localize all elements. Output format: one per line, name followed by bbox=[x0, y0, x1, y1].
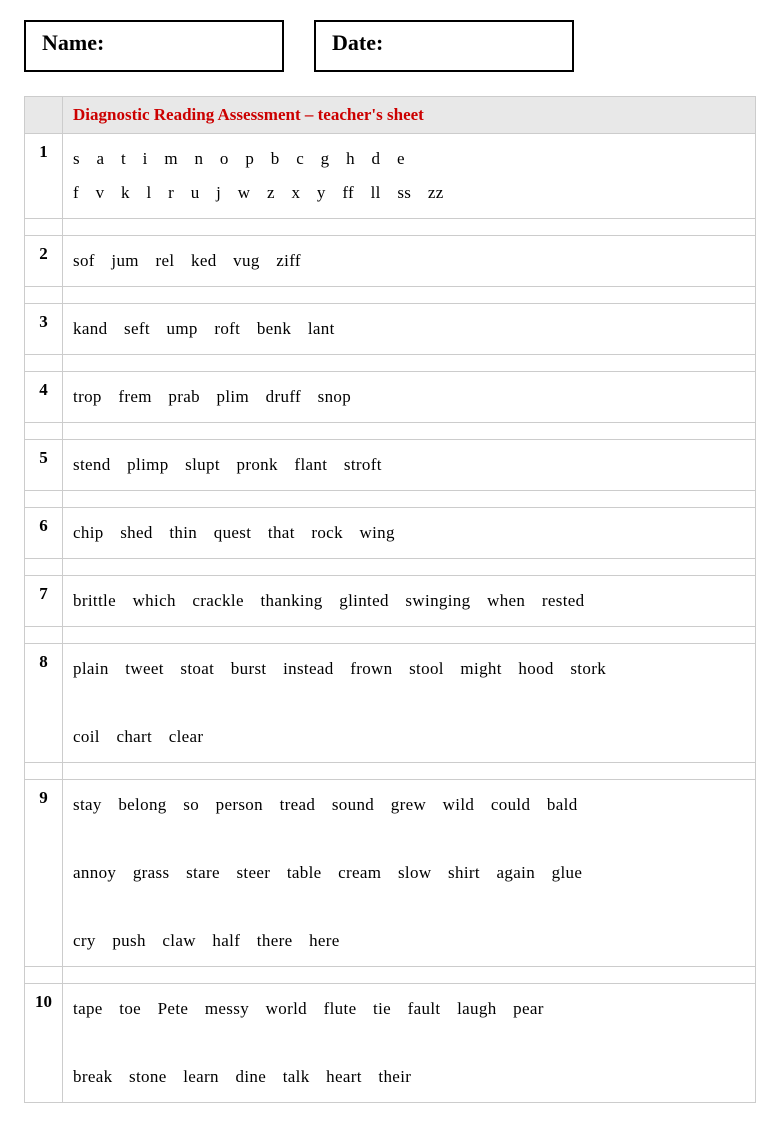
row-number: 2 bbox=[25, 236, 63, 287]
row-words: brittle which crackle thanking glinted s… bbox=[63, 576, 756, 627]
date-label: Date: bbox=[332, 30, 383, 55]
date-field[interactable]: Date: bbox=[314, 20, 574, 72]
table-row: 10 tape toe Pete messy world flute tie fa… bbox=[25, 984, 756, 1103]
row-words: stend plimp slupt pronk flant stroft bbox=[63, 440, 756, 491]
word-line: annoy grass stare steer table cream slow… bbox=[73, 863, 582, 882]
word-line: cry push claw half there here bbox=[73, 931, 340, 950]
row-words: tape toe Pete messy world flute tie faul… bbox=[63, 984, 756, 1103]
row-words: chip shed thin quest that rock wing bbox=[63, 508, 756, 559]
word-line: plain tweet stoat burst instead frown st… bbox=[73, 659, 606, 678]
row-words: trop frem prab plim druff snop bbox=[63, 372, 756, 423]
row-number: 9 bbox=[25, 780, 63, 967]
row-number: 3 bbox=[25, 304, 63, 355]
word-line: stend plimp slupt pronk flant stroft bbox=[73, 455, 382, 474]
row-number: 4 bbox=[25, 372, 63, 423]
word-line: chip shed thin quest that rock wing bbox=[73, 523, 395, 542]
table-row: 3 kand seft ump roft benk lant bbox=[25, 304, 756, 355]
spacer-row bbox=[25, 763, 756, 780]
word-line: f v k l r u j w z x y ff ll ss zz bbox=[73, 183, 444, 202]
assessment-table: Diagnostic Reading Assessment – teacher'… bbox=[24, 96, 756, 1103]
row-number: 5 bbox=[25, 440, 63, 491]
title-row-num bbox=[25, 97, 63, 134]
word-line: trop frem prab plim druff snop bbox=[73, 387, 351, 406]
row-number: 1 bbox=[25, 134, 63, 219]
row-number: 10 bbox=[25, 984, 63, 1103]
word-line: sof jum rel ked vug ziff bbox=[73, 251, 301, 270]
table-row: 4 trop frem prab plim druff snop bbox=[25, 372, 756, 423]
row-words: stay belong so person tread sound grew w… bbox=[63, 780, 756, 967]
spacer-row bbox=[25, 967, 756, 984]
spacer-row bbox=[25, 287, 756, 304]
word-line: kand seft ump roft benk lant bbox=[73, 319, 335, 338]
spacer-row bbox=[25, 559, 756, 576]
word-line: coil chart clear bbox=[73, 727, 203, 746]
table-title: Diagnostic Reading Assessment – teacher'… bbox=[63, 97, 756, 134]
row-words: sof jum rel ked vug ziff bbox=[63, 236, 756, 287]
row-number: 7 bbox=[25, 576, 63, 627]
spacer-row bbox=[25, 423, 756, 440]
table-row: 5 stend plimp slupt pronk flant stroft bbox=[25, 440, 756, 491]
word-line: tape toe Pete messy world flute tie faul… bbox=[73, 999, 544, 1018]
word-line: stay belong so person tread sound grew w… bbox=[73, 795, 578, 814]
table-row: 2 sof jum rel ked vug ziff bbox=[25, 236, 756, 287]
name-field[interactable]: Name: bbox=[24, 20, 284, 72]
spacer-row bbox=[25, 355, 756, 372]
word-line: s a t i m n o p b c g h d e bbox=[73, 149, 405, 168]
table-row: 9 stay belong so person tread sound grew … bbox=[25, 780, 756, 967]
header: Name: Date: bbox=[24, 20, 756, 72]
row-words: kand seft ump roft benk lant bbox=[63, 304, 756, 355]
spacer-row bbox=[25, 627, 756, 644]
table-row: 8 plain tweet stoat burst instead frown s… bbox=[25, 644, 756, 763]
spacer-row bbox=[25, 491, 756, 508]
spacer-row bbox=[25, 219, 756, 236]
row-words: plain tweet stoat burst instead frown st… bbox=[63, 644, 756, 763]
word-line: break stone learn dine talk heart their bbox=[73, 1067, 411, 1086]
table-row: 1 s a t i m n o p b c g h d e f v k l r u … bbox=[25, 134, 756, 219]
title-row: Diagnostic Reading Assessment – teacher'… bbox=[25, 97, 756, 134]
row-words: s a t i m n o p b c g h d e f v k l r u j… bbox=[63, 134, 756, 219]
row-number: 8 bbox=[25, 644, 63, 763]
row-number: 6 bbox=[25, 508, 63, 559]
table-row: 6 chip shed thin quest that rock wing bbox=[25, 508, 756, 559]
name-label: Name: bbox=[42, 30, 104, 55]
word-line: brittle which crackle thanking glinted s… bbox=[73, 591, 584, 610]
table-row: 7 brittle which crackle thanking glinted … bbox=[25, 576, 756, 627]
